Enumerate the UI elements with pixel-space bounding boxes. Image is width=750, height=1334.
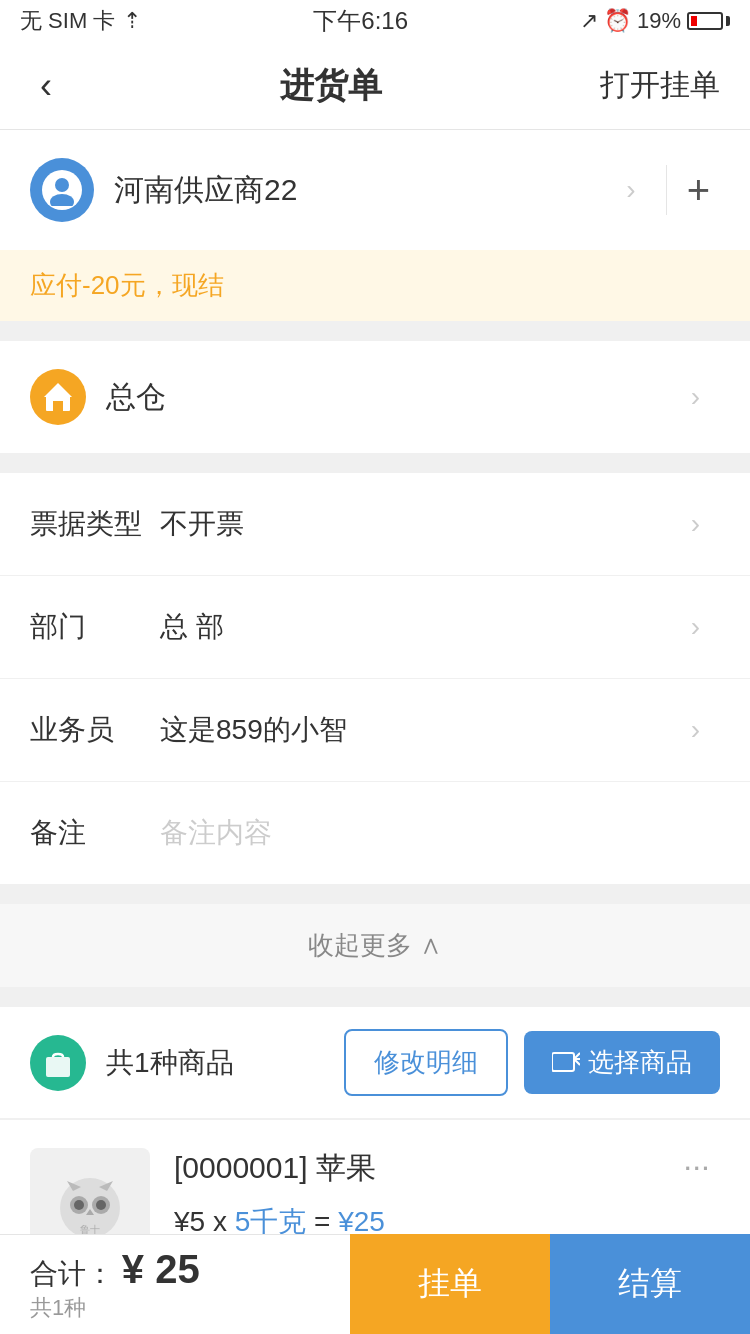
invoice-row[interactable]: 票据类型 不开票 › [0, 473, 750, 576]
total-sub: 共1种 [30, 1293, 320, 1323]
status-bar-right: ↗ ⏰ 19% [580, 8, 730, 34]
battery-percent: 19% [637, 8, 681, 34]
warehouse-section[interactable]: 总仓 › [0, 341, 750, 453]
supplier-name: 河南供应商22 [114, 170, 626, 211]
svg-rect-6 [552, 1053, 574, 1071]
supplier-avatar [30, 158, 94, 222]
product-info: [0000001] 苹果 ¥5 x 5千克 = ¥25 [174, 1148, 673, 1241]
supplier-avatar-icon [42, 170, 82, 210]
select-product-button[interactable]: 选择商品 [524, 1031, 720, 1094]
product-unit-price: ¥5 [174, 1206, 205, 1237]
status-bar-left: 无 SIM 卡 ⇡ [20, 6, 141, 36]
status-bar: 无 SIM 卡 ⇡ 下午6:16 ↗ ⏰ 19% [0, 0, 750, 42]
total-row: 合计： ¥ 25 [30, 1247, 320, 1293]
svg-marker-3 [44, 383, 72, 397]
open-pending-button[interactable]: 打开挂单 [600, 65, 720, 106]
product-count-text: 共1种商品 [106, 1044, 344, 1082]
product-total: ¥25 [338, 1206, 385, 1237]
back-button[interactable]: ‹ [30, 55, 62, 117]
notice-bar: 应付-20元，现结 [0, 250, 750, 321]
bottom-bar: 合计： ¥ 25 共1种 挂单 结算 [0, 1234, 750, 1334]
salesman-chevron-icon: › [691, 714, 700, 746]
home-icon [42, 381, 74, 413]
owl-logo-icon: 鲁十 [55, 1173, 125, 1243]
select-product-icon [552, 1051, 580, 1075]
checkout-button[interactable]: 结算 [550, 1234, 750, 1334]
total-amount: ¥ 25 [122, 1247, 200, 1291]
product-more-button[interactable]: ··· [673, 1148, 720, 1185]
supplier-chevron-icon: › [626, 174, 635, 206]
svg-point-1 [50, 194, 74, 206]
warehouse-icon [30, 369, 86, 425]
remarks-row[interactable]: 备注 备注内容 [0, 782, 750, 884]
salesman-value: 这是859的小智 [160, 711, 691, 749]
remarks-input[interactable]: 备注内容 [160, 814, 720, 852]
dept-chevron-icon: › [691, 611, 700, 643]
remarks-label: 备注 [30, 814, 160, 852]
salesman-label: 业务员 [30, 711, 160, 749]
shopping-bag-icon [42, 1047, 74, 1079]
location-icon: ↗ [580, 8, 598, 34]
invoice-chevron-icon: › [691, 508, 700, 540]
battery-icon [687, 12, 730, 30]
supplier-row[interactable]: 河南供应商22 › + [0, 130, 750, 250]
collapse-bar[interactable]: 收起更多 ∧ [0, 904, 750, 987]
warehouse-chevron-icon: › [691, 381, 700, 413]
product-qty: 5千克 [235, 1206, 307, 1237]
invoice-value: 不开票 [160, 505, 691, 543]
person-icon [46, 174, 78, 206]
status-bar-time: 下午6:16 [313, 5, 408, 37]
invoice-label: 票据类型 [30, 505, 160, 543]
supplier-section: 河南供应商22 › + 应付-20元，现结 [0, 130, 750, 321]
carrier-text: 无 SIM 卡 [20, 6, 115, 36]
product-code: [0000001] [174, 1151, 307, 1184]
bottom-total: 合计： ¥ 25 共1种 [0, 1234, 350, 1334]
alarm-icon: ⏰ [604, 8, 631, 34]
svg-point-0 [55, 178, 69, 192]
form-section: 票据类型 不开票 › 部门 总 部 › 业务员 这是859的小智 › 备注 备注… [0, 473, 750, 884]
dept-row[interactable]: 部门 总 部 › [0, 576, 750, 679]
dept-label: 部门 [30, 608, 160, 646]
product-header: 共1种商品 修改明细 选择商品 [0, 1007, 750, 1118]
salesman-row[interactable]: 业务员 这是859的小智 › [0, 679, 750, 782]
page-title: 进货单 [280, 63, 382, 109]
nav-bar: ‹ 进货单 打开挂单 [0, 42, 750, 130]
divider [666, 165, 667, 215]
svg-rect-4 [53, 401, 63, 411]
svg-point-14 [96, 1200, 106, 1210]
warehouse-name: 总仓 [106, 377, 691, 418]
product-name: [0000001] 苹果 [174, 1148, 673, 1189]
select-product-label: 选择商品 [588, 1045, 692, 1080]
dept-value: 总 部 [160, 608, 691, 646]
total-label: 合计： [30, 1258, 114, 1289]
product-title: 苹果 [316, 1151, 376, 1184]
product-multiply: x [213, 1206, 235, 1237]
hang-button[interactable]: 挂单 [350, 1234, 550, 1334]
content: 河南供应商22 › + 应付-20元，现结 总仓 › 票据类型 不开票 › [0, 130, 750, 1334]
product-count-icon [30, 1035, 86, 1091]
product-equals: = [314, 1206, 338, 1237]
warehouse-row[interactable]: 总仓 › [0, 341, 750, 453]
svg-point-13 [74, 1200, 84, 1210]
add-button[interactable]: + [677, 168, 720, 213]
edit-detail-button[interactable]: 修改明细 [344, 1029, 508, 1096]
wifi-icon: ⇡ [123, 8, 141, 34]
svg-rect-5 [46, 1057, 70, 1077]
